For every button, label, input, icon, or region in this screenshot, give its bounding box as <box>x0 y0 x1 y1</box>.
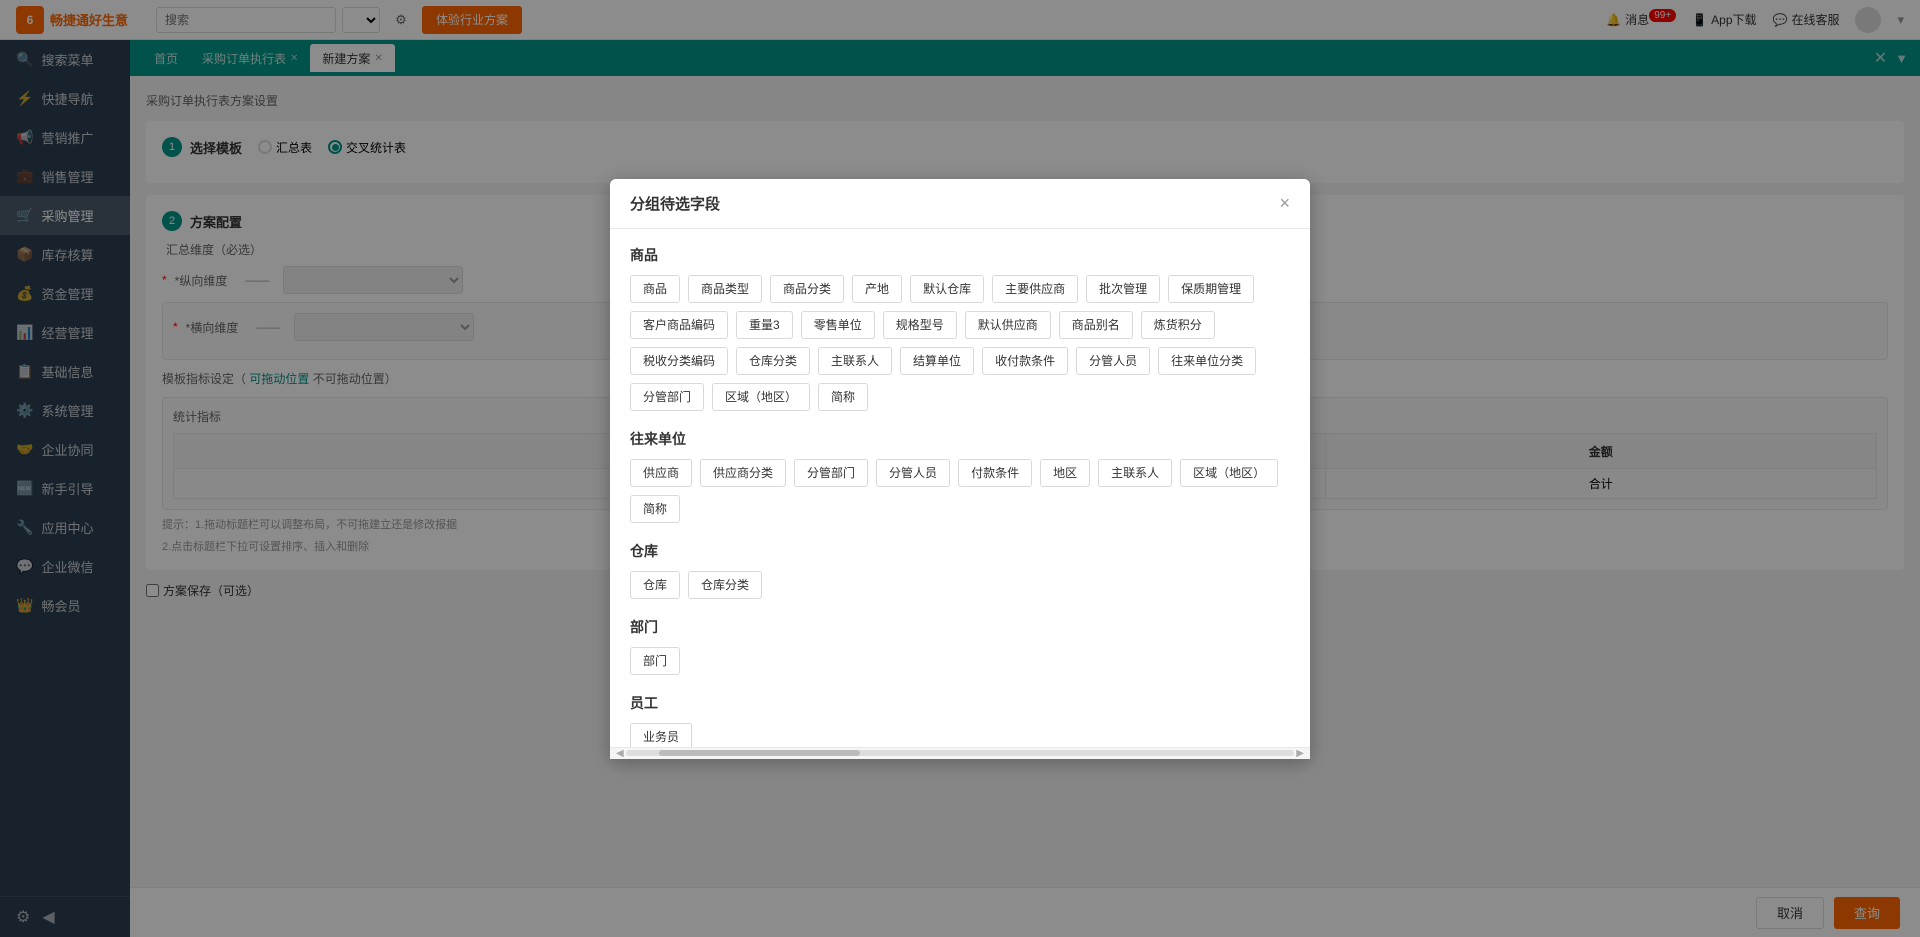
field-group-goods-title: 商品 <box>630 245 1290 265</box>
field-tag-dept[interactable]: 分管部门 <box>630 383 704 411</box>
field-tag-partner-manager[interactable]: 分管人员 <box>876 459 950 487</box>
field-tag-partner-abbr[interactable]: 简称 <box>630 495 680 523</box>
field-tag-spec-model[interactable]: 规格型号 <box>883 311 957 339</box>
field-tag-wh-category[interactable]: 仓库分类 <box>688 571 762 599</box>
field-tags-partner: 供应商 供应商分类 分管部门 分管人员 付款条件 地区 主联系人 区域（地区） … <box>630 459 1290 523</box>
modal-close-icon[interactable]: × <box>1279 194 1290 212</box>
field-tags-goods: 商品 商品类型 商品分类 产地 默认仓库 主要供应商 批次管理 保质期管理 客户… <box>630 275 1290 411</box>
field-tag-customer-code[interactable]: 客户商品编码 <box>630 311 728 339</box>
field-group-warehouse-title: 仓库 <box>630 541 1290 561</box>
hscroll-right-arrow[interactable]: ▶ <box>1294 748 1306 759</box>
modal-header: 分组待选字段 × <box>610 179 1310 229</box>
hscroll-track <box>626 750 1295 756</box>
field-tag-partner-dept[interactable]: 分管部门 <box>794 459 868 487</box>
field-tag-loyalty[interactable]: 炼货积分 <box>1141 311 1215 339</box>
field-tags-warehouse: 仓库 仓库分类 <box>630 571 1290 599</box>
field-group-goods: 商品 商品 商品类型 商品分类 产地 默认仓库 主要供应商 批次管理 保质期管理… <box>630 245 1290 411</box>
field-tag-manager[interactable]: 分管人员 <box>1076 347 1150 375</box>
modal-dialog: 分组待选字段 × 商品 商品 商品类型 商品分类 产地 默认仓库 主要供应商 批… <box>610 179 1310 759</box>
field-tag-payment-terms[interactable]: 收付款条件 <box>982 347 1068 375</box>
field-tag-department[interactable]: 部门 <box>630 647 680 675</box>
field-tag-origin[interactable]: 产地 <box>852 275 902 303</box>
field-tag-sales-staff[interactable]: 业务员 <box>630 723 692 747</box>
field-tag-retail-unit[interactable]: 零售单位 <box>801 311 875 339</box>
field-tag-partner-region[interactable]: 区域（地区） <box>1180 459 1278 487</box>
modal-hscroll[interactable]: ◀ ▶ <box>610 747 1310 759</box>
field-tag-goods-type[interactable]: 商品类型 <box>688 275 762 303</box>
field-tag-expiry[interactable]: 保质期管理 <box>1168 275 1254 303</box>
field-group-partner: 往来单位 供应商 供应商分类 分管部门 分管人员 付款条件 地区 主联系人 区域… <box>630 429 1290 523</box>
field-group-partner-title: 往来单位 <box>630 429 1290 449</box>
field-tag-settlement-unit[interactable]: 结算单位 <box>900 347 974 375</box>
field-tag-default-warehouse[interactable]: 默认仓库 <box>910 275 984 303</box>
field-group-department-title: 部门 <box>630 617 1290 637</box>
field-tags-staff: 业务员 <box>630 723 1290 747</box>
field-group-department: 部门 部门 <box>630 617 1290 675</box>
field-tag-supplier[interactable]: 供应商 <box>630 459 692 487</box>
field-tag-area[interactable]: 地区 <box>1040 459 1090 487</box>
field-group-staff: 员工 业务员 <box>630 693 1290 747</box>
field-group-staff-title: 员工 <box>630 693 1290 713</box>
hscroll-thumb <box>659 750 860 756</box>
field-tag-default-supplier[interactable]: 默认供应商 <box>965 311 1051 339</box>
field-tag-weight[interactable]: 重量3 <box>736 311 793 339</box>
field-tag-goods-category[interactable]: 商品分类 <box>770 275 844 303</box>
field-tag-warehouse-category[interactable]: 仓库分类 <box>736 347 810 375</box>
field-tag-abbr[interactable]: 简称 <box>818 383 868 411</box>
field-tag-tax-code[interactable]: 税收分类编码 <box>630 347 728 375</box>
hscroll-left-arrow[interactable]: ◀ <box>614 748 626 759</box>
modal-title: 分组待选字段 <box>630 193 720 214</box>
field-tag-partner-contact[interactable]: 主联系人 <box>1098 459 1172 487</box>
field-group-warehouse: 仓库 仓库 仓库分类 <box>630 541 1290 599</box>
modal-body: 商品 商品 商品类型 商品分类 产地 默认仓库 主要供应商 批次管理 保质期管理… <box>610 229 1310 747</box>
field-tag-payment-cond[interactable]: 付款条件 <box>958 459 1032 487</box>
field-tag-main-supplier[interactable]: 主要供应商 <box>992 275 1078 303</box>
field-tag-goods-alias[interactable]: 商品别名 <box>1059 311 1133 339</box>
field-tags-department: 部门 <box>630 647 1290 675</box>
field-tag-region[interactable]: 区域（地区） <box>712 383 810 411</box>
field-tag-main-contact[interactable]: 主联系人 <box>818 347 892 375</box>
field-tag-batch[interactable]: 批次管理 <box>1086 275 1160 303</box>
field-tag-goods[interactable]: 商品 <box>630 275 680 303</box>
field-tag-partner-category[interactable]: 往来单位分类 <box>1158 347 1256 375</box>
field-tag-supplier-category[interactable]: 供应商分类 <box>700 459 786 487</box>
field-tag-warehouse[interactable]: 仓库 <box>630 571 680 599</box>
modal-overlay[interactable]: 分组待选字段 × 商品 商品 商品类型 商品分类 产地 默认仓库 主要供应商 批… <box>0 0 1920 937</box>
